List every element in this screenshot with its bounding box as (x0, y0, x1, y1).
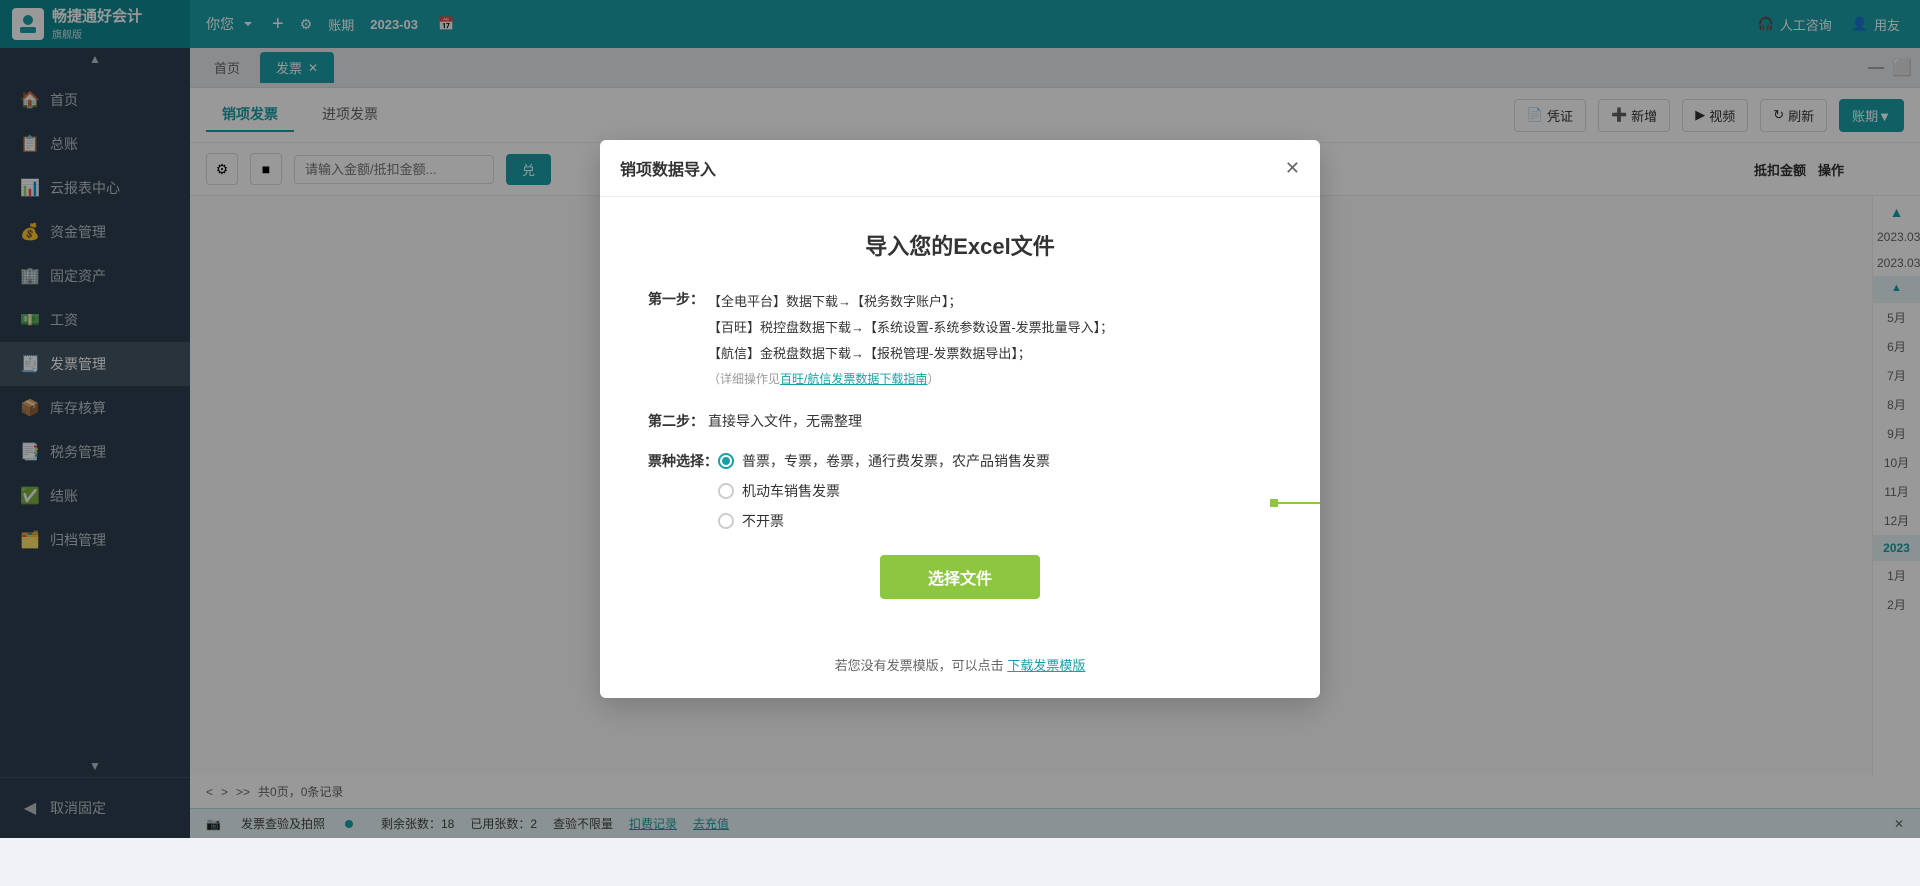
step1-line3: 【航信】金税盘数据下载→【报税管理-发票数据导出】； (708, 341, 1113, 367)
radio-circle-3 (718, 513, 734, 529)
modal-header: 销项数据导入 ✕ (600, 140, 1320, 197)
radio-circle-2 (718, 483, 734, 499)
step2-text: 直接导入文件，无需整理 (708, 411, 862, 431)
step2-row: 第二步： 直接导入文件，无需整理 (648, 411, 1272, 431)
tooltip-line (1278, 502, 1320, 504)
radio-item-3[interactable]: 不开票 (718, 511, 1050, 531)
step2-block: 第二步： 直接导入文件，无需整理 (648, 411, 1272, 431)
modal-close-button[interactable]: ✕ (1285, 158, 1300, 179)
modal-footer: 若您没有发票模版，可以点击 下载发票模版 (600, 655, 1320, 698)
step2-label: 第二步： (648, 411, 708, 431)
download-template-link[interactable]: 下载发票模版 (1007, 658, 1085, 673)
step1-line2: 【百旺】税控盘数据下载→【系统设置-系统参数设置-发票批量导入】； (708, 315, 1113, 341)
tooltip-dot (1270, 499, 1278, 507)
radio-label-1: 普票，专票，卷票，通行费发票，农产品销售发票 (742, 451, 1050, 471)
radio-item-1[interactable]: 普票，专票，卷票，通行费发票，农产品销售发票 (718, 451, 1050, 471)
step1-content: 【全电平台】数据下载→【税务数字账户】； 【百旺】税控盘数据下载→【系统设置-系… (708, 289, 1113, 391)
tooltip-connector (1270, 499, 1320, 507)
radio-label-2: 机动车销售发票 (742, 481, 840, 501)
step1-line1: 【全电平台】数据下载→【税务数字账户】； (708, 289, 1113, 315)
ticket-label: 票种选择： (648, 451, 718, 471)
modal-main-title: 导入您的Excel文件 (648, 229, 1272, 261)
radio-group: 普票，专票，卷票，通行费发票，农产品销售发票 机动车销售发票 不开票 (718, 451, 1050, 531)
select-file-button[interactable]: 选择文件 (880, 555, 1040, 599)
ticket-row: 票种选择： 普票，专票，卷票，通行费发票，农产品销售发票 机动车销售发票 (648, 451, 1272, 531)
ticket-selection-block: 票种选择： 普票，专票，卷票，通行费发票，农产品销售发票 机动车销售发票 (648, 451, 1272, 531)
modal-overlay[interactable]: 销项数据导入 ✕ 导入您的Excel文件 第一步： 【全电平台】数据下载→【税务… (0, 0, 1920, 838)
radio-item-2[interactable]: 机动车销售发票 (718, 481, 1050, 501)
step1-row: 第一步： 【全电平台】数据下载→【税务数字账户】； 【百旺】税控盘数据下载→【系… (648, 289, 1272, 391)
step1-block: 第一步： 【全电平台】数据下载→【税务数字账户】； 【百旺】税控盘数据下载→【系… (648, 289, 1272, 391)
modal-footer-text: 若您没有发票模版，可以点击 (835, 658, 1004, 673)
radio-circle-1 (718, 453, 734, 469)
modal: 销项数据导入 ✕ 导入您的Excel文件 第一步： 【全电平台】数据下载→【税务… (600, 140, 1320, 698)
step1-link[interactable]: 百旺/航信发票数据下载指南 (780, 372, 927, 386)
modal-body: 导入您的Excel文件 第一步： 【全电平台】数据下载→【税务数字账户】； 【百… (600, 197, 1320, 655)
radio-label-3: 不开票 (742, 511, 784, 531)
step1-hint: （详细操作见百旺/航信发票数据下载指南） (708, 367, 1113, 391)
step1-label: 第一步： (648, 289, 708, 309)
modal-title: 销项数据导入 (620, 156, 716, 180)
